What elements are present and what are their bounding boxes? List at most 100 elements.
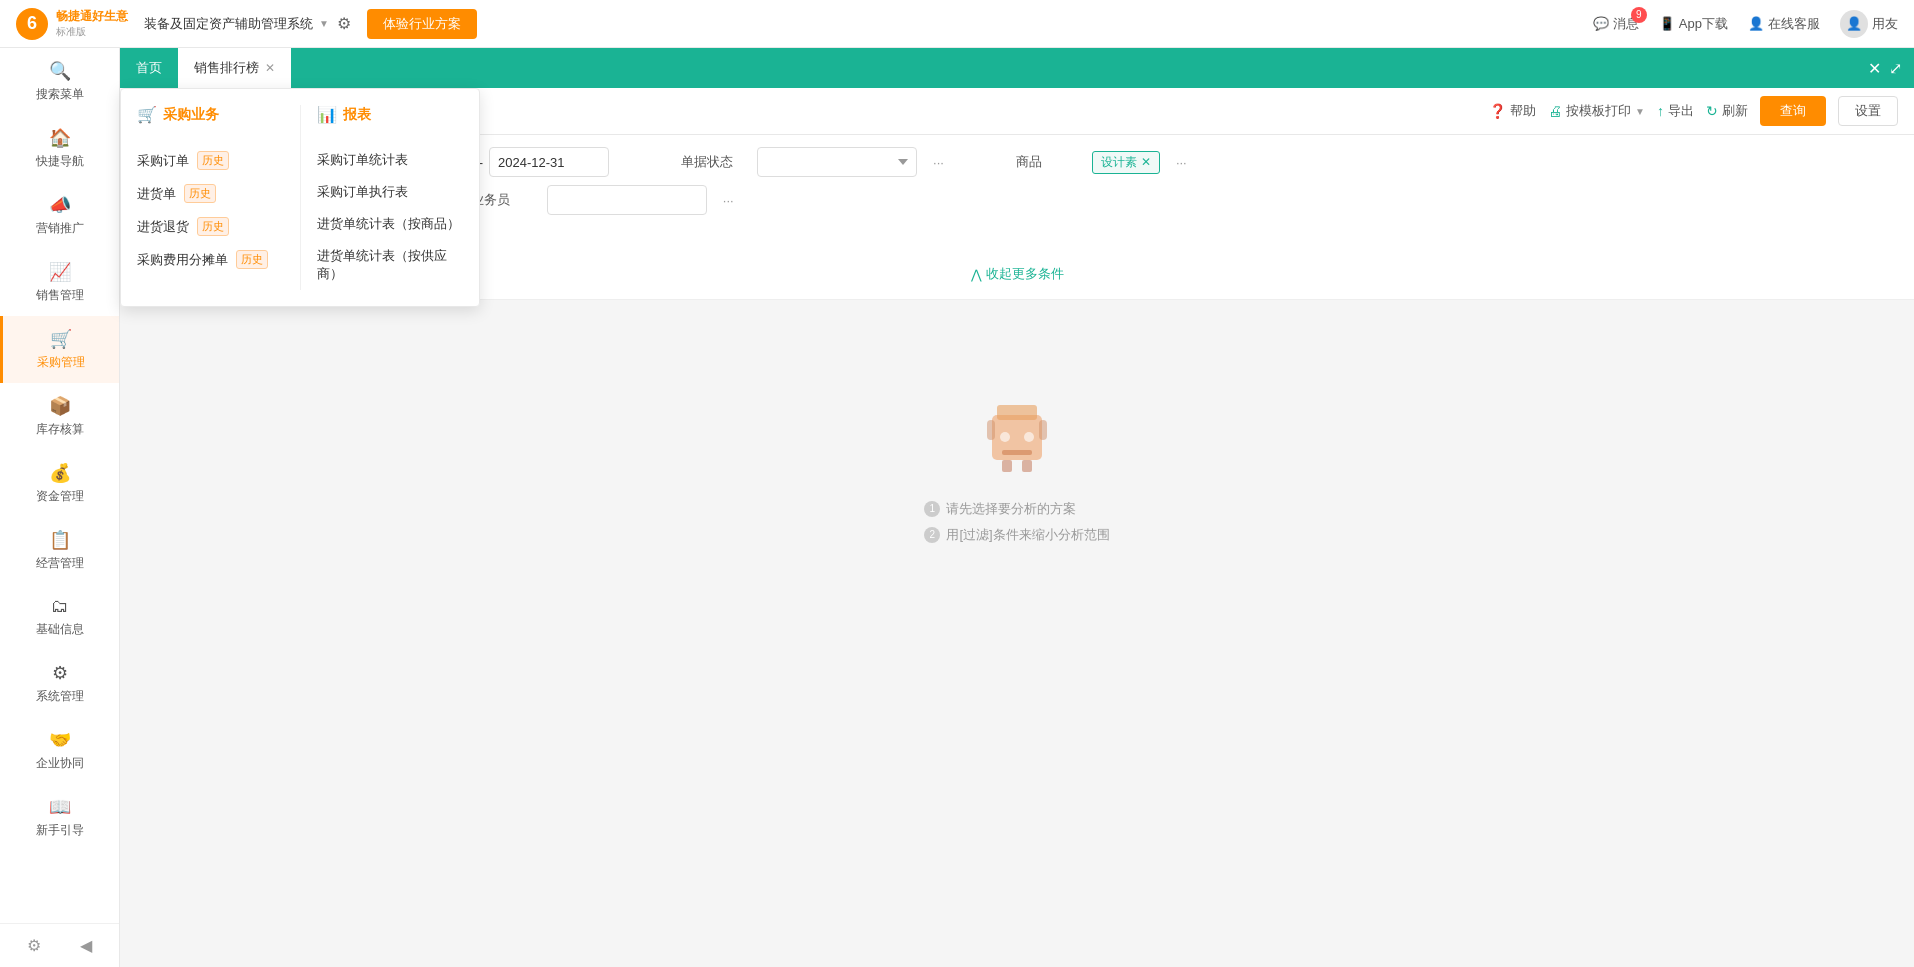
user-btn[interactable]: 👤 用友 — [1840, 10, 1898, 38]
home-icon: 🏠 — [49, 127, 71, 149]
help-btn[interactable]: ❓ 帮助 — [1489, 102, 1536, 120]
refresh-icon: ↻ — [1706, 103, 1718, 119]
tab-close-icon[interactable]: ✕ — [265, 61, 275, 75]
logo-text: 畅捷通好生意 标准版 — [56, 8, 128, 39]
sidebar-bottom: ⚙ ◀ — [0, 923, 119, 967]
help-icon: ❓ — [1489, 103, 1506, 119]
logo-icon: 6 — [16, 8, 48, 40]
history-badge-3: 历史 — [236, 250, 268, 269]
sidebar-item-operation[interactable]: 📋 经营管理 — [0, 517, 119, 584]
logo: 6 畅捷通好生意 标准版 — [16, 8, 136, 40]
goods-tag-close[interactable]: ✕ — [1141, 155, 1151, 169]
svg-rect-6 — [1039, 420, 1047, 440]
sidebar-item-marketing[interactable]: 📣 营销推广 — [0, 182, 119, 249]
tab-sales-rank[interactable]: 销售排行榜 ✕ — [178, 48, 291, 88]
marketing-icon: 📣 — [49, 194, 71, 216]
svg-rect-1 — [997, 405, 1037, 420]
print-dropdown-arrow[interactable]: ▼ — [1635, 106, 1645, 117]
sidebar-collapse-icon[interactable]: ◀ — [80, 936, 92, 955]
doc-status-label: 单据状态 — [681, 153, 741, 171]
basic-icon: 🗂 — [51, 596, 69, 617]
sidebar-item-basic[interactable]: 🗂 基础信息 — [0, 584, 119, 650]
avatar: 👤 — [1840, 10, 1868, 38]
menu-item-purchase-fee[interactable]: 采购费用分摊单 历史 — [137, 243, 284, 276]
system-icon: ⚙ — [52, 662, 68, 684]
topbar-right: 💬 消息 9 📱 App下载 👤 在线客服 👤 用友 — [1593, 10, 1898, 38]
doc-status-select[interactable] — [757, 147, 917, 177]
online-service-btn[interactable]: 👤 在线客服 — [1748, 15, 1820, 33]
menu-item-order-stat[interactable]: 采购订单统计表 — [317, 144, 464, 176]
sidebar-item-capital[interactable]: 💰 资金管理 — [0, 450, 119, 517]
sidebar-item-cooperation[interactable]: 🤝 企业协同 — [0, 717, 119, 784]
industry-btn[interactable]: 体验行业方案 — [367, 9, 477, 39]
sidebar-item-search[interactable]: 🔍 搜索菜单 — [0, 48, 119, 115]
history-badge-1: 历史 — [184, 184, 216, 203]
empty-state: 1 请先选择要分析的方案 2 用[过滤]条件来缩小分析范围 — [120, 300, 1914, 628]
menu-item-purchase-return[interactable]: 进货退货 历史 — [137, 210, 284, 243]
dropdown-purchase-col: 🛒 采购业务 采购订单 历史 进货单 历史 进货退货 历史 采购费用分摊单 历史 — [121, 105, 300, 290]
search-icon: 🔍 — [49, 60, 71, 82]
sidebar-settings-icon[interactable]: ⚙ — [27, 936, 41, 955]
staff-input[interactable] — [547, 185, 707, 215]
guide-icon: 📖 — [49, 796, 71, 818]
purchase-col-title: 🛒 采购业务 — [137, 105, 284, 132]
menu-item-purchase-in[interactable]: 进货单 历史 — [137, 177, 284, 210]
system-dropdown-arrow: ▼ — [319, 18, 329, 29]
system-name[interactable]: 装备及固定资产辅助管理系统 ▼ — [144, 15, 329, 33]
app-download-btn[interactable]: 📱 App下载 — [1659, 15, 1728, 33]
history-badge-0: 历史 — [197, 151, 229, 170]
report-col-icon: 📊 — [317, 105, 337, 124]
gear-icon[interactable]: ⚙ — [337, 14, 351, 33]
empty-step-1: 1 请先选择要分析的方案 — [924, 496, 1109, 522]
collapse-btn[interactable]: ⋀ 收起更多条件 — [959, 261, 1076, 287]
history-badge-2: 历史 — [197, 217, 229, 236]
query-btn[interactable]: 查询 — [1760, 96, 1826, 126]
goods-label: 商品 — [1016, 153, 1076, 171]
sidebar: 🔍 搜索菜单 🏠 快捷导航 📣 营销推广 📈 销售管理 🛒 采购管理 📦 库存核… — [0, 48, 120, 967]
empty-step-2: 2 用[过滤]条件来缩小分析范围 — [924, 522, 1109, 548]
collapse-icon: ⋀ — [971, 267, 982, 282]
purchase-dropdown: 🛒 采购业务 采购订单 历史 进货单 历史 进货退货 历史 采购费用分摊单 历史 — [120, 88, 480, 307]
export-icon: ↑ — [1657, 103, 1664, 119]
staff-more-icon[interactable]: ··· — [723, 193, 734, 208]
message-btn[interactable]: 💬 消息 9 — [1593, 15, 1639, 33]
menu-item-order-exec[interactable]: 采购订单执行表 — [317, 176, 464, 208]
menu-item-in-goods[interactable]: 进货单统计表（按商品） — [317, 208, 464, 240]
goods-tag: 设计素 ✕ — [1092, 151, 1160, 174]
sales-icon: 📈 — [49, 261, 71, 283]
sidebar-item-guide[interactable]: 📖 新手引导 — [0, 784, 119, 851]
doc-status-more-icon[interactable]: ··· — [933, 155, 944, 170]
service-icon: 👤 — [1748, 16, 1764, 31]
dropdown-report-col: 📊 报表 采购订单统计表 采购订单执行表 进货单统计表（按商品） 进货单统计表（… — [300, 105, 480, 290]
tab-close-window-icon[interactable]: ✕ — [1868, 59, 1881, 78]
tab-home[interactable]: 首页 — [120, 48, 178, 88]
sidebar-item-system[interactable]: ⚙ 系统管理 — [0, 650, 119, 717]
capital-icon: 💰 — [49, 462, 71, 484]
export-btn[interactable]: ↑ 导出 — [1657, 102, 1694, 120]
menu-item-in-supplier[interactable]: 进货单统计表（按供应商） — [317, 240, 464, 290]
cooperation-icon: 🤝 — [49, 729, 71, 751]
empty-illustration — [957, 380, 1077, 480]
settings-btn[interactable]: 设置 — [1838, 96, 1898, 126]
svg-rect-4 — [1002, 450, 1032, 455]
sidebar-item-purchase[interactable]: 🛒 采购管理 — [0, 316, 119, 383]
sidebar-item-sales[interactable]: 📈 销售管理 — [0, 249, 119, 316]
sidebar-item-inventory[interactable]: 📦 库存核算 — [0, 383, 119, 450]
purchase-col-icon: 🛒 — [137, 105, 157, 124]
sidebar-item-quick[interactable]: 🏠 快捷导航 — [0, 115, 119, 182]
refresh-btn[interactable]: ↻ 刷新 — [1706, 102, 1748, 120]
menu-item-purchase-order[interactable]: 采购订单 历史 — [137, 144, 284, 177]
phone-icon: 📱 — [1659, 16, 1675, 31]
svg-rect-8 — [1022, 460, 1032, 472]
tab-maximize-icon[interactable]: ⤢ — [1889, 59, 1902, 78]
goods-more-icon[interactable]: ··· — [1176, 155, 1187, 170]
svg-rect-5 — [987, 420, 995, 440]
topbar: 6 畅捷通好生意 标准版 装备及固定资产辅助管理系统 ▼ ⚙ 体验行业方案 💬 … — [0, 0, 1914, 48]
print-btn[interactable]: 🖨 按模板打印 ▼ — [1548, 102, 1645, 120]
tab-actions: ✕ ⤢ — [1856, 59, 1914, 78]
svg-point-2 — [1000, 432, 1010, 442]
date-end-input[interactable] — [489, 147, 609, 177]
print-icon: 🖨 — [1548, 103, 1562, 119]
svg-rect-7 — [1002, 460, 1012, 472]
operation-icon: 📋 — [49, 529, 71, 551]
